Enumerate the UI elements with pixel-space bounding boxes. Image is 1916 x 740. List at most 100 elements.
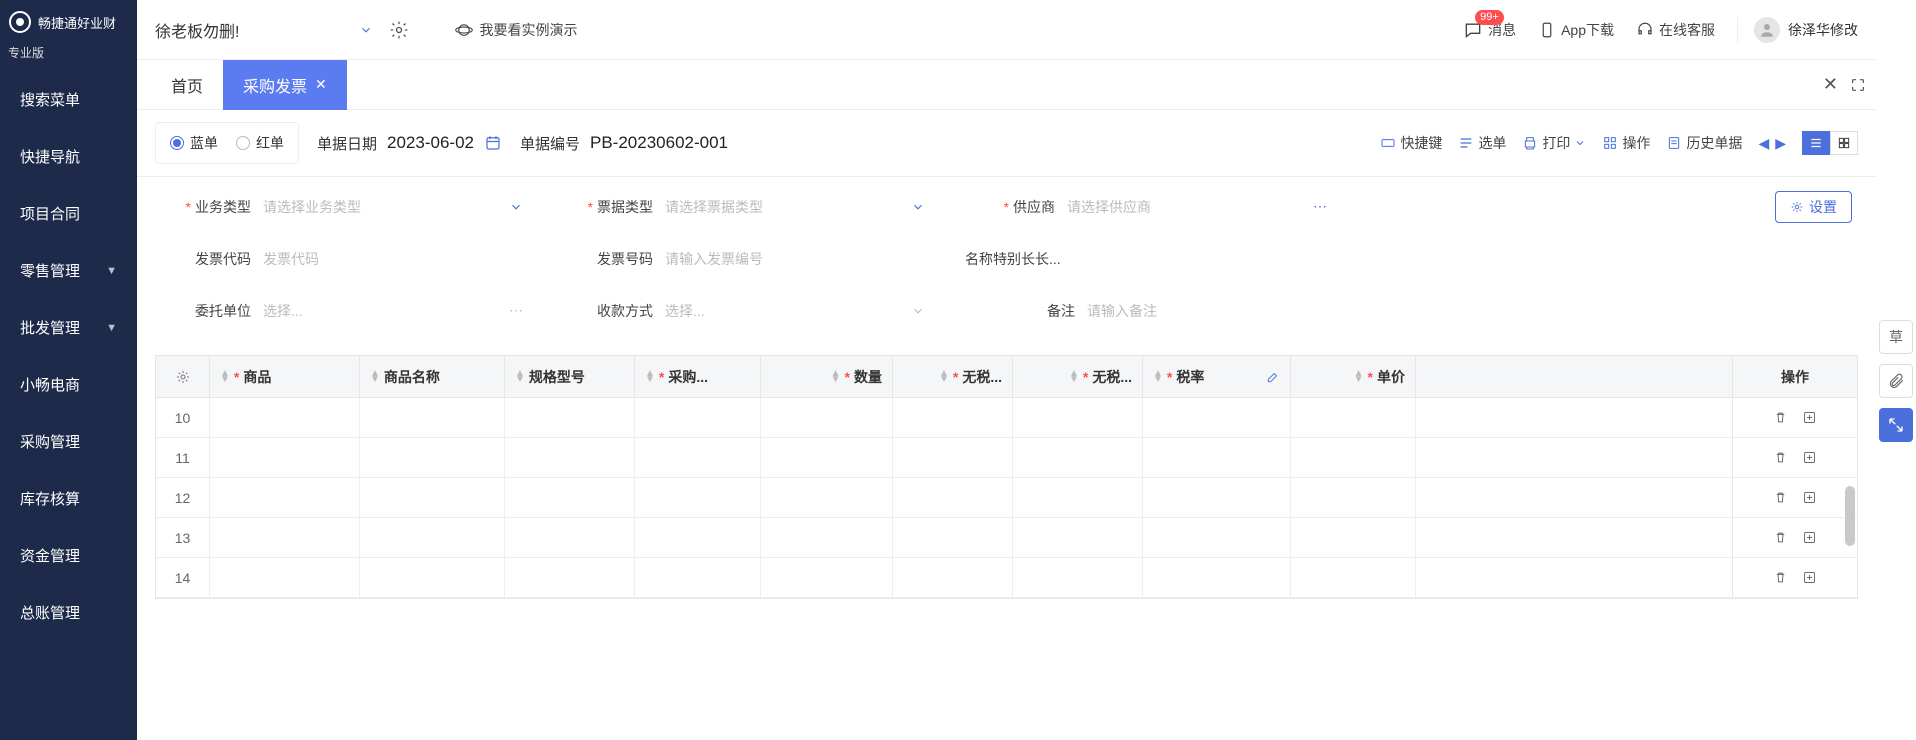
invoice-no-input[interactable] bbox=[665, 243, 925, 275]
settings-icon[interactable] bbox=[389, 20, 409, 40]
table-row[interactable]: 12 bbox=[156, 478, 1857, 518]
sidebar-item-5[interactable]: 小畅电商 bbox=[0, 356, 137, 413]
ellipsis-icon[interactable]: ⋯ bbox=[509, 302, 523, 319]
sidebar-item-7[interactable]: 库存核算 bbox=[0, 470, 137, 527]
expand-button[interactable] bbox=[1879, 408, 1913, 442]
th-notax2[interactable]: ▲▼*无税... bbox=[1013, 356, 1143, 397]
history-button[interactable]: 历史单据 bbox=[1666, 133, 1742, 153]
table-row[interactable]: 11 bbox=[156, 438, 1857, 478]
prev-doc-icon[interactable]: ◀ bbox=[1758, 135, 1769, 152]
fullscreen-icon[interactable] bbox=[1850, 77, 1866, 93]
th-notax1[interactable]: ▲▼*无税... bbox=[893, 356, 1013, 397]
radio-blue[interactable]: 蓝单 bbox=[170, 133, 218, 153]
sidebar-item-3[interactable]: 零售管理▼ bbox=[0, 242, 137, 299]
delete-row-icon[interactable] bbox=[1773, 450, 1788, 465]
user-menu[interactable]: 徐泽华修改 bbox=[1737, 17, 1858, 43]
attachment-button[interactable] bbox=[1879, 364, 1913, 398]
brand-edition: 专业版 bbox=[0, 44, 137, 71]
brand-icon bbox=[8, 10, 32, 34]
chevron-down-icon bbox=[911, 304, 925, 318]
th-unit-price[interactable]: ▲▼*单价 bbox=[1291, 356, 1416, 397]
shortcut-button[interactable]: 快捷键 bbox=[1380, 133, 1442, 153]
view-card-button[interactable] bbox=[1830, 131, 1858, 155]
sidebar-item-0[interactable]: 搜索菜单 bbox=[0, 71, 137, 128]
table-row[interactable]: 10 bbox=[156, 398, 1857, 438]
tabs-row: 首页 采购发票 ✕ ✕ bbox=[137, 60, 1876, 110]
radio-icon bbox=[236, 136, 250, 150]
sidebar-item-6[interactable]: 采购管理 bbox=[0, 413, 137, 470]
entrust-unit-select[interactable]: ⋯ bbox=[263, 295, 523, 327]
long-name-input[interactable] bbox=[1073, 243, 1293, 275]
select-doc-button[interactable]: 选单 bbox=[1458, 133, 1506, 153]
chevron-down-icon bbox=[509, 200, 523, 214]
th-product[interactable]: ▲▼*商品 bbox=[210, 356, 360, 397]
headset-icon bbox=[1636, 21, 1654, 39]
close-icon[interactable]: ✕ bbox=[315, 76, 327, 93]
edit-icon[interactable] bbox=[1266, 370, 1280, 384]
sidebar: 畅捷通好业财 专业版 搜索菜单快捷导航项目合同零售管理▼批发管理▼小畅电商采购管… bbox=[0, 0, 137, 740]
calendar-icon[interactable] bbox=[484, 134, 502, 152]
add-row-icon[interactable] bbox=[1802, 490, 1817, 505]
delete-row-icon[interactable] bbox=[1773, 570, 1788, 585]
tab-home[interactable]: 首页 bbox=[151, 60, 223, 110]
date-value[interactable]: 2023-06-02 bbox=[387, 133, 474, 153]
biz-type-select[interactable] bbox=[263, 191, 523, 223]
demo-link[interactable]: 我要看实例演示 bbox=[455, 20, 577, 40]
username: 徐泽华修改 bbox=[1788, 20, 1858, 40]
chevron-down-icon bbox=[1574, 137, 1586, 149]
topbar: 徐老板勿删! 我要看实例演示 消息 bbox=[137, 0, 1876, 60]
ticket-type-select[interactable] bbox=[665, 191, 925, 223]
sidebar-item-1[interactable]: 快捷导航 bbox=[0, 128, 137, 185]
operate-button[interactable]: 操作 bbox=[1602, 133, 1650, 153]
th-spec[interactable]: ▲▼规格型号 bbox=[505, 356, 635, 397]
table-row[interactable]: 14 bbox=[156, 558, 1857, 598]
company-selector[interactable]: 徐老板勿删! bbox=[155, 18, 373, 42]
sidebar-item-4[interactable]: 批发管理▼ bbox=[0, 299, 137, 356]
sidebar-item-9[interactable]: 总账管理 bbox=[0, 584, 137, 641]
add-row-icon[interactable] bbox=[1802, 410, 1817, 425]
th-tax-rate[interactable]: ▲▼*税率 bbox=[1143, 356, 1291, 397]
column-settings-button[interactable] bbox=[156, 356, 210, 397]
view-list-button[interactable] bbox=[1802, 131, 1830, 155]
tab-close-all-icon[interactable]: ✕ bbox=[1823, 74, 1838, 95]
avatar-icon bbox=[1754, 17, 1780, 43]
next-doc-icon[interactable]: ▶ bbox=[1775, 135, 1786, 152]
th-purchase[interactable]: ▲▼*采购... bbox=[635, 356, 761, 397]
sidebar-item-8[interactable]: 资金管理 bbox=[0, 527, 137, 584]
form-settings-button[interactable]: 设置 bbox=[1775, 191, 1852, 223]
messages-button[interactable]: 消息 99+ bbox=[1463, 20, 1516, 40]
add-row-icon[interactable] bbox=[1802, 530, 1817, 545]
planet-icon bbox=[455, 21, 473, 39]
radio-red[interactable]: 红单 bbox=[236, 133, 284, 153]
ellipsis-icon[interactable]: ⋯ bbox=[1313, 198, 1327, 215]
right-dock: 草 bbox=[1876, 0, 1916, 740]
document-icon bbox=[1666, 135, 1682, 151]
delete-row-icon[interactable] bbox=[1773, 410, 1788, 425]
doc-type-radio-group: 蓝单 红单 bbox=[155, 122, 299, 164]
th-qty[interactable]: ▲▼*数量 bbox=[761, 356, 893, 397]
brand-name: 畅捷通好业财 bbox=[38, 13, 116, 32]
delete-row-icon[interactable] bbox=[1773, 530, 1788, 545]
draft-button[interactable]: 草 bbox=[1879, 320, 1913, 354]
row-number: 14 bbox=[156, 558, 210, 597]
pay-method-select[interactable] bbox=[665, 295, 925, 327]
tab-purchase-invoice[interactable]: 采购发票 ✕ bbox=[223, 60, 347, 110]
gear-icon bbox=[1790, 200, 1804, 214]
sidebar-item-2[interactable]: 项目合同 bbox=[0, 185, 137, 242]
remark-input[interactable] bbox=[1087, 295, 1347, 327]
print-button[interactable]: 打印 bbox=[1522, 133, 1586, 153]
keyboard-icon bbox=[1380, 135, 1396, 151]
supplier-select[interactable]: ⋯ bbox=[1067, 191, 1327, 223]
add-row-icon[interactable] bbox=[1802, 570, 1817, 585]
online-service-button[interactable]: 在线客服 bbox=[1636, 20, 1715, 40]
app-download-button[interactable]: App下载 bbox=[1538, 20, 1614, 40]
row-number: 10 bbox=[156, 398, 210, 437]
messages-badge: 99+ bbox=[1475, 10, 1504, 25]
th-product-name[interactable]: ▲▼商品名称 bbox=[360, 356, 505, 397]
delete-row-icon[interactable] bbox=[1773, 490, 1788, 505]
table-row[interactable]: 13 bbox=[156, 518, 1857, 558]
chevron-down-icon: ▼ bbox=[106, 322, 117, 334]
invoice-code-input[interactable] bbox=[263, 243, 523, 275]
scrollbar-thumb[interactable] bbox=[1845, 486, 1855, 546]
add-row-icon[interactable] bbox=[1802, 450, 1817, 465]
